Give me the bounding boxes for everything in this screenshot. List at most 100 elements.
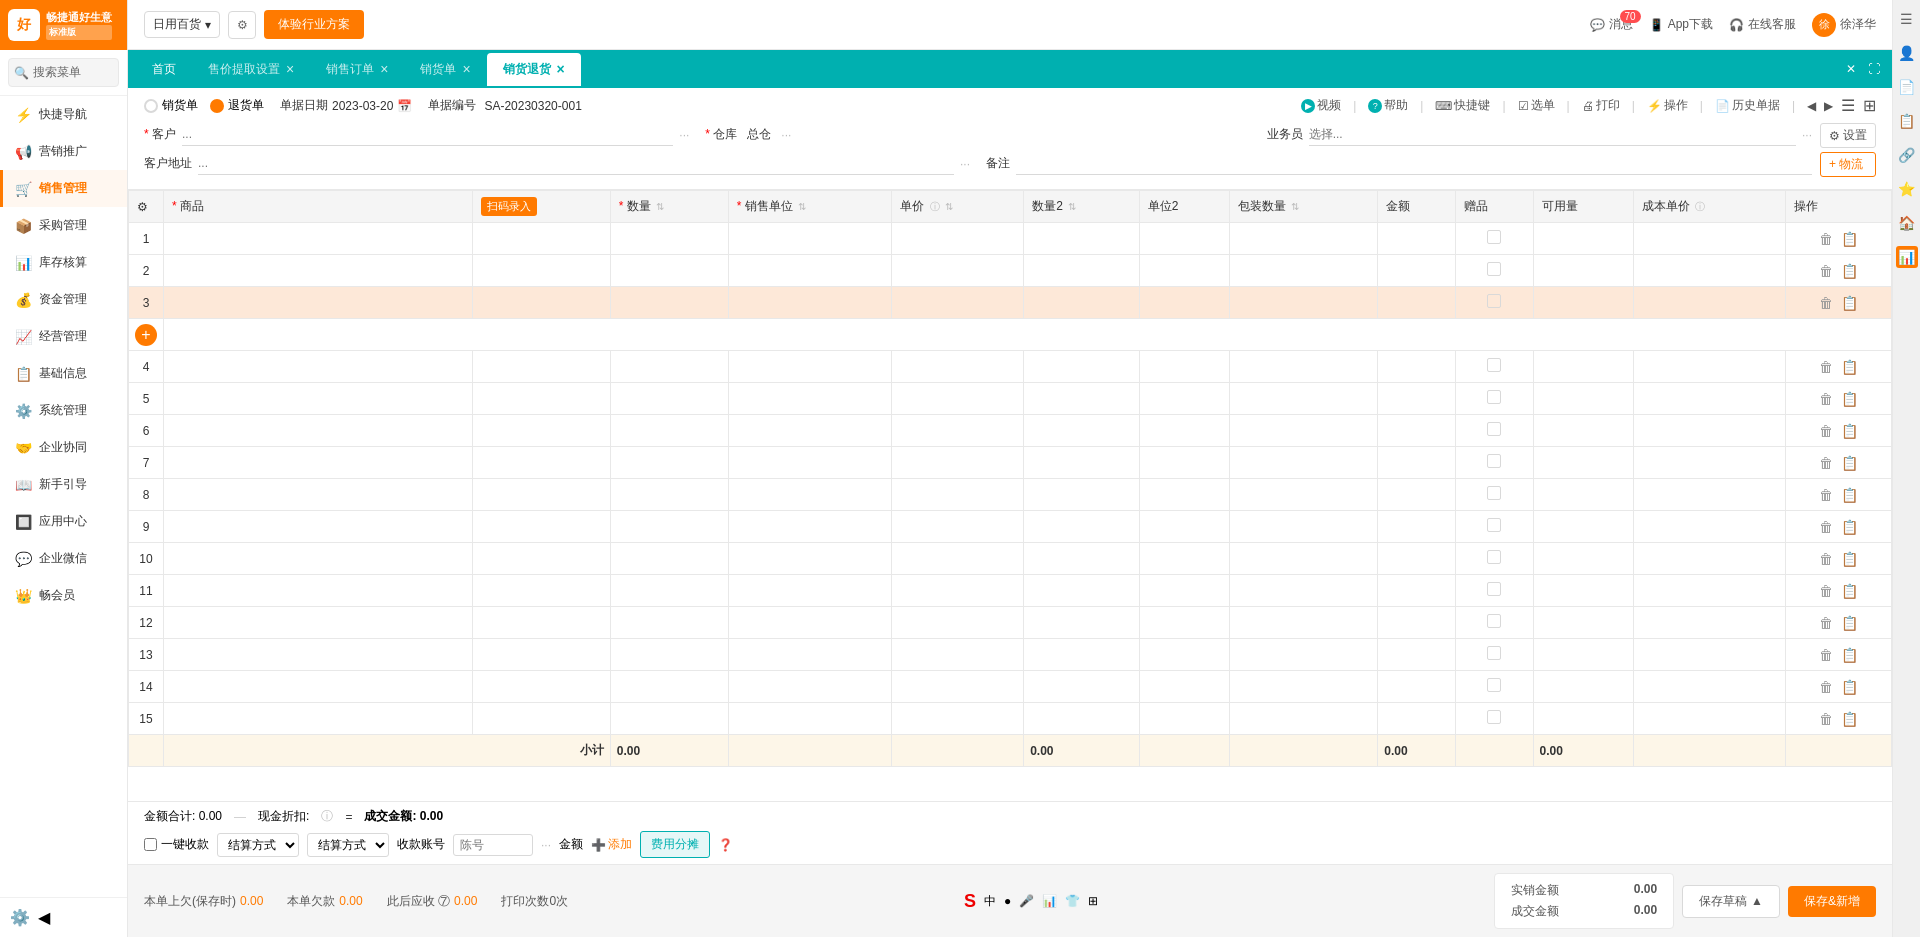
product-cell[interactable]: [164, 607, 473, 639]
price-cell[interactable]: [892, 255, 1024, 287]
price-cell[interactable]: [892, 671, 1024, 703]
unit2-cell[interactable]: [1139, 255, 1229, 287]
pack-qty-cell[interactable]: [1229, 223, 1377, 255]
right-panel-icon-8[interactable]: 📊: [1896, 246, 1918, 268]
gift-checkbox[interactable]: [1487, 358, 1501, 372]
cost-price-cell[interactable]: [1633, 223, 1785, 255]
settings-icon[interactable]: ⚙️: [10, 908, 30, 927]
available-cell[interactable]: [1533, 575, 1633, 607]
quantity-cell[interactable]: [610, 607, 728, 639]
unit2-cell[interactable]: [1139, 639, 1229, 671]
unit2-cell[interactable]: [1139, 383, 1229, 415]
sidebar-item-sales[interactable]: 🛒 销售管理: [0, 170, 127, 207]
quantity2-cell[interactable]: [1024, 511, 1140, 543]
available-cell[interactable]: [1533, 223, 1633, 255]
amount-cell[interactable]: [1378, 639, 1456, 671]
customer-dots[interactable]: ···: [679, 128, 689, 142]
product-cell[interactable]: [164, 575, 473, 607]
quantity2-cell[interactable]: [1024, 671, 1140, 703]
right-panel-icon-3[interactable]: 📄: [1896, 76, 1918, 98]
settings-btn[interactable]: ⚙ 设置: [1820, 123, 1876, 148]
gift-cell[interactable]: [1455, 543, 1533, 575]
available-cell[interactable]: [1533, 415, 1633, 447]
discount-info-icon[interactable]: ⓘ: [321, 808, 333, 825]
pack-qty-cell[interactable]: [1229, 383, 1377, 415]
quantity-cell[interactable]: [610, 447, 728, 479]
pack-qty-cell[interactable]: [1229, 479, 1377, 511]
quantity-cell[interactable]: [610, 255, 728, 287]
copy-btn[interactable]: 📋: [1839, 293, 1860, 313]
price-cell[interactable]: [892, 639, 1024, 671]
gift-checkbox[interactable]: [1487, 294, 1501, 308]
save-draft-button[interactable]: 保存草稿 ▲: [1682, 885, 1780, 918]
gift-checkbox[interactable]: [1487, 518, 1501, 532]
right-panel-icon-1[interactable]: ☰: [1896, 8, 1918, 30]
settlement-select[interactable]: 结算方式: [217, 833, 299, 857]
right-panel-icon-7[interactable]: 🏠: [1896, 212, 1918, 234]
quantity2-cell[interactable]: [1024, 639, 1140, 671]
unit-cell[interactable]: [728, 575, 891, 607]
product-cell[interactable]: [164, 351, 473, 383]
account-dots[interactable]: ···: [541, 838, 551, 852]
gift-cell[interactable]: [1455, 607, 1533, 639]
gift-checkbox[interactable]: [1487, 646, 1501, 660]
sidebar-item-newuser[interactable]: 📖 新手引导: [0, 466, 127, 503]
quantity2-cell[interactable]: [1024, 415, 1140, 447]
unit2-cell[interactable]: [1139, 703, 1229, 735]
product-cell[interactable]: [164, 511, 473, 543]
print-btn[interactable]: 🖨 打印: [1582, 97, 1620, 114]
delete-btn[interactable]: 🗑: [1817, 613, 1835, 633]
price-cell[interactable]: [892, 703, 1024, 735]
quantity2-cell[interactable]: [1024, 479, 1140, 511]
available-cell[interactable]: [1533, 447, 1633, 479]
delete-btn[interactable]: 🗑: [1817, 485, 1835, 505]
gift-cell[interactable]: [1455, 383, 1533, 415]
gift-cell[interactable]: [1455, 351, 1533, 383]
sidebar-item-inventory[interactable]: 📊 库存核算: [0, 244, 127, 281]
amount-cell[interactable]: [1378, 479, 1456, 511]
copy-btn[interactable]: 📋: [1839, 613, 1860, 633]
gift-checkbox[interactable]: [1487, 486, 1501, 500]
close-tab-btn[interactable]: ✕: [1842, 60, 1860, 78]
cost-price-cell[interactable]: [1633, 351, 1785, 383]
help-btn[interactable]: ? 帮助: [1368, 97, 1408, 114]
amount-cell[interactable]: [1378, 543, 1456, 575]
one-key-collect-checkbox[interactable]: 一键收款: [144, 836, 209, 853]
quantity2-cell[interactable]: [1024, 287, 1140, 319]
quantity2-cell[interactable]: [1024, 223, 1140, 255]
gift-cell[interactable]: [1455, 511, 1533, 543]
sidebar-item-system[interactable]: ⚙️ 系统管理: [0, 392, 127, 429]
right-panel-icon-2[interactable]: 👤: [1896, 42, 1918, 64]
qty-sort-icon[interactable]: ⇅: [656, 201, 664, 212]
sidebar-item-enterprise[interactable]: 🤝 企业协同: [0, 429, 127, 466]
available-cell[interactable]: [1533, 543, 1633, 575]
tab-close-icon[interactable]: ×: [380, 62, 388, 76]
view-list-icon[interactable]: ☰: [1841, 96, 1855, 115]
price-cell[interactable]: [892, 223, 1024, 255]
product-input[interactable]: [170, 296, 466, 310]
right-panel-icon-4[interactable]: 📋: [1896, 110, 1918, 132]
unit-cell[interactable]: [728, 383, 891, 415]
split-btn[interactable]: 费用分摊: [640, 831, 710, 858]
unit-cell[interactable]: [728, 415, 891, 447]
delete-btn[interactable]: 🗑: [1817, 549, 1835, 569]
tab-sales-order[interactable]: 销售订单 ×: [310, 53, 404, 86]
unit2-cell[interactable]: [1139, 351, 1229, 383]
unit2-cell[interactable]: [1139, 671, 1229, 703]
copy-btn[interactable]: 📋: [1839, 421, 1860, 441]
gift-cell[interactable]: [1455, 287, 1533, 319]
amount-cell[interactable]: [1378, 671, 1456, 703]
pack-sort-icon[interactable]: ⇅: [1291, 201, 1299, 212]
video-btn[interactable]: ▶ 视频: [1301, 97, 1341, 114]
quantity-cell[interactable]: [610, 575, 728, 607]
unit2-cell[interactable]: [1139, 511, 1229, 543]
add-row-btn[interactable]: +: [135, 324, 157, 346]
available-cell[interactable]: [1533, 511, 1633, 543]
price-cell[interactable]: [892, 479, 1024, 511]
product-cell[interactable]: [164, 447, 473, 479]
remark-input[interactable]: [1016, 152, 1812, 175]
sidebar-item-marketing[interactable]: 📢 营销推广: [0, 133, 127, 170]
sidebar-item-purchase[interactable]: 📦 采购管理: [0, 207, 127, 244]
quantity-cell[interactable]: [610, 223, 728, 255]
collapse-icon[interactable]: ◀: [38, 908, 50, 927]
